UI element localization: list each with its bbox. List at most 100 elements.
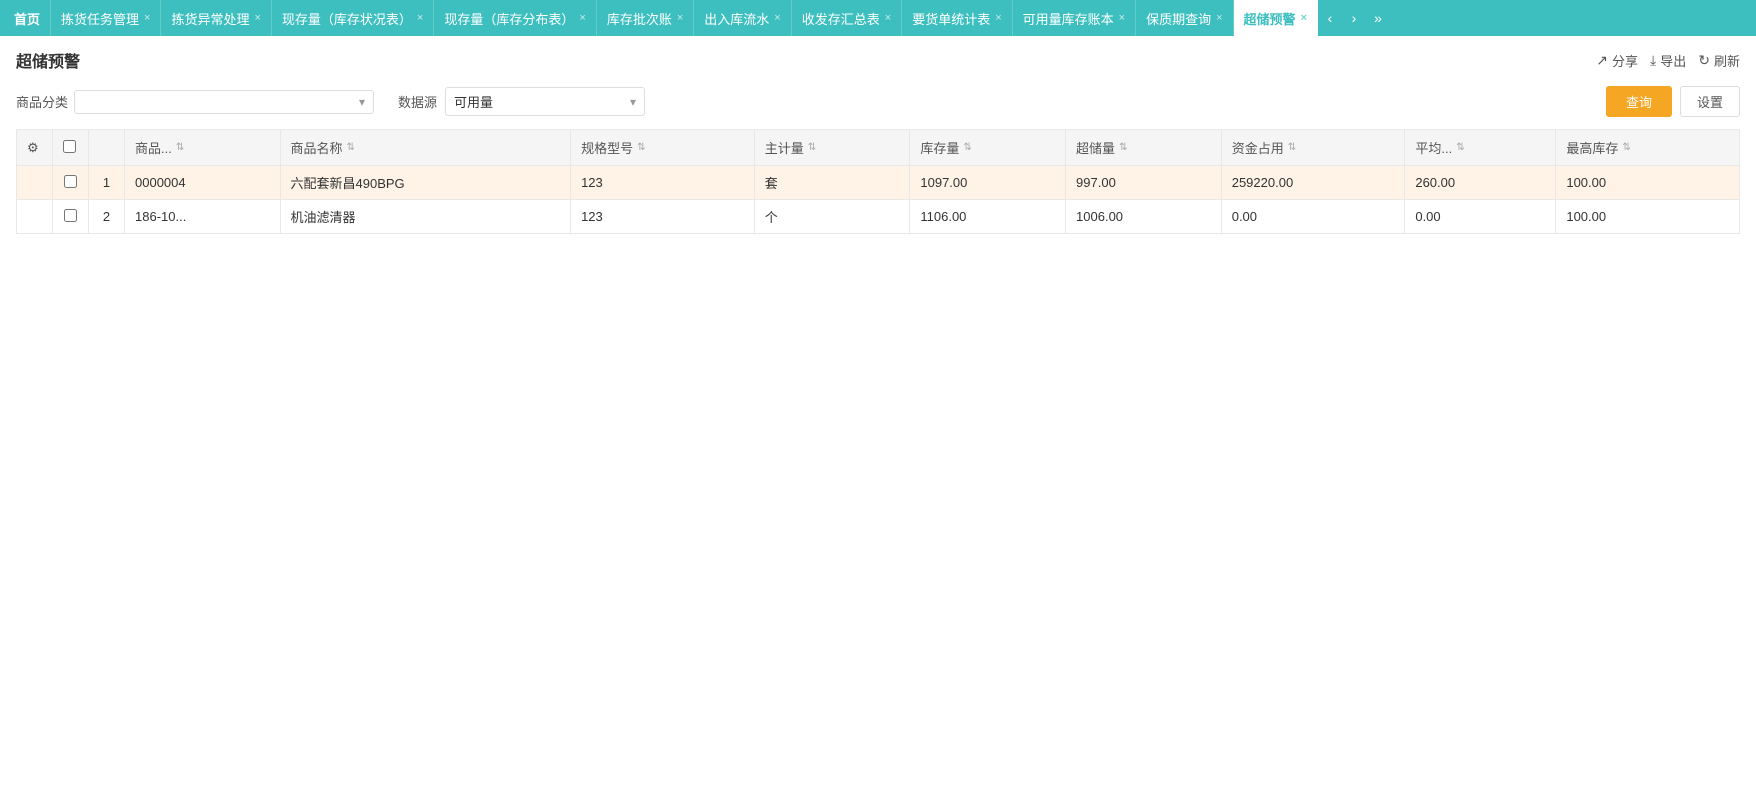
row-overstock-qty: 1006.00 [1066,200,1222,234]
settings-icon: ⚙ [27,140,39,155]
th-no [89,130,125,166]
row-checkbox-cell[interactable] [53,166,89,200]
th-max-stock[interactable]: 最高库存 ⇅ [1556,130,1740,166]
row-max-stock: 100.00 [1556,166,1740,200]
export-icon: ⤓ [1650,52,1656,69]
close-inout-flow[interactable]: × [774,12,780,24]
share-button[interactable]: ↗ 分享 [1596,51,1638,70]
row-unit: 套 [754,166,910,200]
export-button[interactable]: ⤓ 导出 [1650,51,1686,70]
row-product-code: 0000004 [125,166,281,200]
nav-item-inout-flow[interactable]: 出入库流水 × [694,0,791,36]
sort-product-name-icon: ⇅ [347,142,355,153]
data-table: ⚙ 商品... ⇅ 商品名称 ⇅ [16,129,1740,234]
close-order-stats[interactable]: × [995,12,1001,24]
category-select[interactable]: ▾ [74,90,374,114]
refresh-button[interactable]: ↻ 刷新 [1698,51,1740,70]
datasource-label: 数据源 [398,92,437,111]
close-pick-exception[interactable]: × [254,12,260,24]
datasource-value: 可用量 [454,92,493,111]
close-overstock[interactable]: × [1301,12,1307,24]
row-avg: 260.00 [1405,166,1556,200]
table-row: 2 186-10... 机油滤清器 123 个 1106.00 1006.00 … [17,200,1740,234]
category-filter: 商品分类 ▾ [16,90,374,114]
row-capital-occ: 0.00 [1221,200,1405,234]
nav-item-expiry[interactable]: 保质期查询 × [1136,0,1233,36]
row-spec: 123 [571,166,755,200]
category-label: 商品分类 [16,92,68,111]
nav-item-stock-dist[interactable]: 现存量（库存分布表） × [434,0,596,36]
row-settings-cell [17,200,53,234]
sort-max-stock-icon: ⇅ [1622,142,1630,153]
th-settings[interactable]: ⚙ [17,130,53,166]
sort-product-code-icon: ⇅ [176,142,184,153]
row-stock-qty: 1097.00 [910,166,1066,200]
select-all-checkbox[interactable] [63,140,76,153]
refresh-icon: ↻ [1698,52,1710,69]
row-no: 2 [89,200,125,234]
top-navigation: 首页 拣货任务管理 × 拣货异常处理 × 现存量（库存状况表） × 现存量（库存… [0,0,1756,36]
filter-row: 商品分类 ▾ 数据源 可用量 ▾ 查询 设置 [16,86,1740,117]
nav-next-arrow[interactable]: › [1342,0,1366,36]
th-product-code[interactable]: 商品... ⇅ [125,130,281,166]
row-overstock-qty: 997.00 [1066,166,1222,200]
sort-overstock-qty-icon: ⇅ [1119,142,1127,153]
datasource-select[interactable]: 可用量 ▾ [445,87,645,116]
settings-button[interactable]: 设置 [1680,86,1740,117]
row-spec: 123 [571,200,755,234]
th-avg[interactable]: 平均... ⇅ [1405,130,1556,166]
row-checkbox-1[interactable] [64,209,77,222]
row-max-stock: 100.00 [1556,200,1740,234]
close-batch-account[interactable]: × [677,12,683,24]
page-header: 超储预警 ↗ 分享 ⤓ 导出 ↻ 刷新 [16,48,1740,72]
row-checkbox-0[interactable] [64,175,77,188]
close-expiry[interactable]: × [1216,12,1222,24]
th-capital-occ[interactable]: 资金占用 ⇅ [1221,130,1405,166]
nav-item-order-stats[interactable]: 要货单统计表 × [902,0,1012,36]
datasource-chevron-icon: ▾ [630,95,636,109]
table-body: 1 0000004 六配套新昌490BPG 123 套 1097.00 997.… [17,166,1740,234]
th-product-name[interactable]: 商品名称 ⇅ [280,130,571,166]
page-title: 超储预警 [16,48,80,72]
sort-stock-qty-icon: ⇅ [963,142,971,153]
category-chevron-icon: ▾ [359,95,365,109]
row-checkbox-cell[interactable] [53,200,89,234]
th-spec[interactable]: 规格型号 ⇅ [571,130,755,166]
row-product-name: 机油滤清器 [280,200,571,234]
nav-item-avail-account[interactable]: 可用量库存账本 × [1013,0,1136,36]
sort-capital-occ-icon: ⇅ [1288,142,1296,153]
page-content: 超储预警 ↗ 分享 ⤓ 导出 ↻ 刷新 商品分类 ▾ 数据源 [0,36,1756,246]
close-stock-status[interactable]: × [417,12,423,24]
th-overstock-qty[interactable]: 超储量 ⇅ [1066,130,1222,166]
nav-item-pick-task[interactable]: 拣货任务管理 × [51,0,161,36]
share-icon: ↗ [1596,52,1608,69]
nav-item-summary[interactable]: 收发存汇总表 × [792,0,902,36]
nav-prev-arrow[interactable]: ‹ [1318,0,1342,36]
row-avg: 0.00 [1405,200,1556,234]
row-stock-qty: 1106.00 [910,200,1066,234]
page-actions: ↗ 分享 ⤓ 导出 ↻ 刷新 [1596,51,1740,70]
close-summary[interactable]: × [885,12,891,24]
close-pick-task[interactable]: × [144,12,150,24]
sort-unit-icon: ⇅ [808,142,816,153]
nav-expand-arrow[interactable]: » [1366,0,1390,36]
table-row: 1 0000004 六配套新昌490BPG 123 套 1097.00 997.… [17,166,1740,200]
query-button[interactable]: 查询 [1606,86,1672,117]
nav-item-batch-account[interactable]: 库存批次账 × [597,0,694,36]
nav-item-stock-status[interactable]: 现存量（库存状况表） × [272,0,434,36]
th-stock-qty[interactable]: 库存量 ⇅ [910,130,1066,166]
th-unit[interactable]: 主计量 ⇅ [754,130,910,166]
row-product-code: 186-10... [125,200,281,234]
datasource-filter: 数据源 可用量 ▾ [398,87,645,116]
row-unit: 个 [754,200,910,234]
sort-avg-icon: ⇅ [1456,142,1464,153]
row-product-name: 六配套新昌490BPG [280,166,571,200]
close-avail-account[interactable]: × [1119,12,1125,24]
th-checkbox[interactable] [53,130,89,166]
nav-item-home[interactable]: 首页 [4,0,51,36]
sort-spec-icon: ⇅ [637,142,645,153]
nav-item-overstock[interactable]: 超储预警 × [1234,0,1318,36]
close-stock-dist[interactable]: × [579,12,585,24]
table-header-row: ⚙ 商品... ⇅ 商品名称 ⇅ [17,130,1740,166]
nav-item-pick-exception[interactable]: 拣货异常处理 × [161,0,271,36]
